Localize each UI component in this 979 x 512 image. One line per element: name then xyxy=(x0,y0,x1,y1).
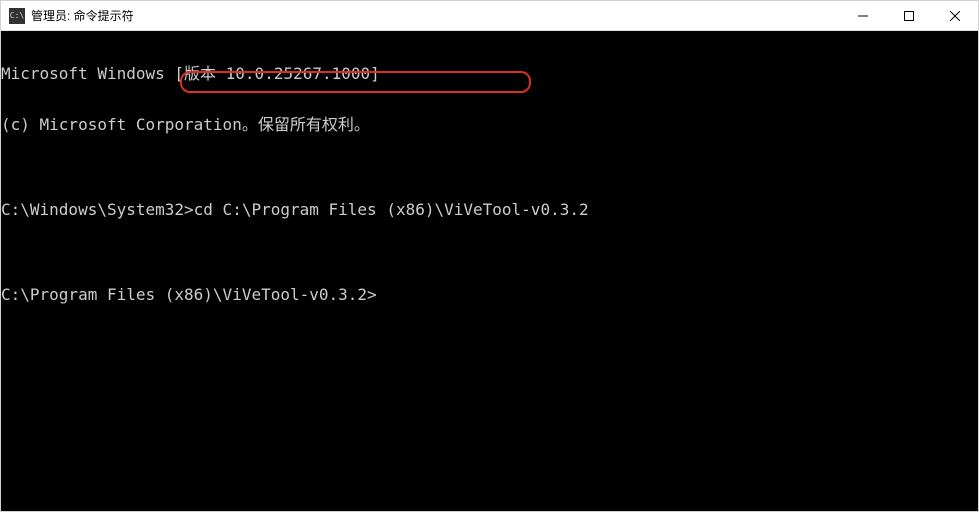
minimize-button[interactable] xyxy=(840,1,886,30)
command-text: cd C:\Program Files (x86)\ViVeTool-v0.3.… xyxy=(194,200,589,219)
maximize-button[interactable] xyxy=(886,1,932,30)
terminal-command-line: C:\Windows\System32>cd C:\Program Files … xyxy=(1,201,978,218)
titlebar-left: C:\ 管理员: 命令提示符 xyxy=(9,7,134,24)
terminal-line: Microsoft Windows [版本 10.0.25267.1000] xyxy=(1,65,978,82)
terminal-line: (c) Microsoft Corporation。保留所有权利。 xyxy=(1,116,978,133)
maximize-icon xyxy=(904,11,914,21)
prompt-text: C:\Windows\System32> xyxy=(1,200,194,219)
current-prompt-line: C:\Program Files (x86)\ViVeTool-v0.3.2> xyxy=(1,286,978,304)
close-button[interactable] xyxy=(932,1,978,30)
terminal-area[interactable]: Microsoft Windows [版本 10.0.25267.1000] (… xyxy=(1,31,978,511)
window-controls xyxy=(840,1,978,30)
minimize-icon xyxy=(858,11,868,21)
window-title: 管理员: 命令提示符 xyxy=(31,7,134,24)
terminal-content: Microsoft Windows [版本 10.0.25267.1000] (… xyxy=(1,31,978,372)
cmd-icon: C:\ xyxy=(9,8,25,24)
command-prompt-window: C:\ 管理员: 命令提示符 Microsoft Windows [版本 10.… xyxy=(0,0,979,512)
titlebar[interactable]: C:\ 管理员: 命令提示符 xyxy=(1,1,978,31)
prompt-text: C:\Program Files (x86)\ViVeTool-v0.3.2> xyxy=(1,285,377,304)
close-icon xyxy=(950,11,960,21)
